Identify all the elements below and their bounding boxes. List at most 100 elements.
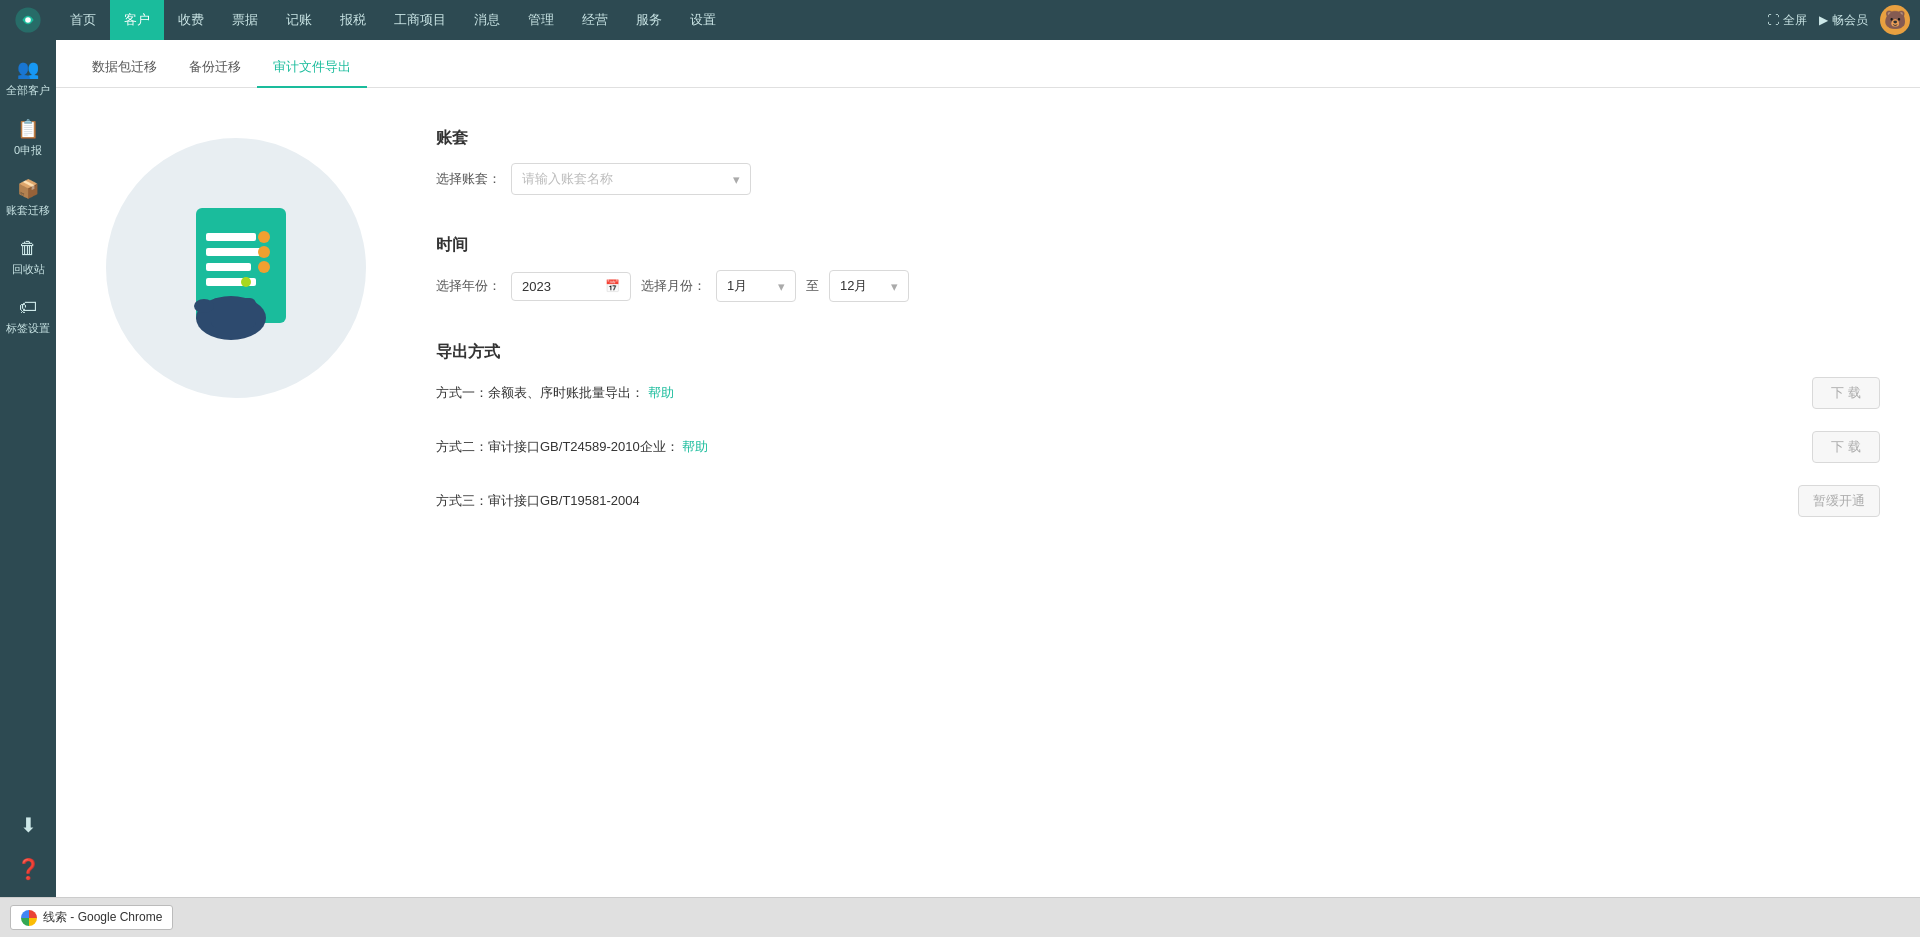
nav-operation[interactable]: 经营	[568, 0, 622, 40]
sidebar-item-account-migration[interactable]: 📦 账套迁移	[0, 170, 56, 226]
tag-icon: 🏷	[19, 297, 37, 318]
year-input[interactable]: 2023 📅	[511, 272, 631, 301]
tab-data-migration[interactable]: 数据包迁移	[76, 48, 173, 88]
app-logo[interactable]	[10, 2, 46, 38]
vip-label: 畅会员	[1832, 12, 1868, 29]
method3-label: 方式三：审计接口GB/T19581-2004	[436, 493, 640, 508]
nav-business[interactable]: 工商项目	[380, 0, 460, 40]
svg-rect-3	[206, 233, 256, 241]
svg-point-13	[194, 299, 214, 313]
sidebar-item-recycle[interactable]: 🗑 回收站	[0, 230, 56, 285]
sidebar: 👥 全部客户 📋 0申报 📦 账套迁移 🗑 回收站 🏷 标签设置 ⬇ ❓	[0, 40, 56, 897]
method2-label: 方式二：审计接口GB/T24589-2010企业：	[436, 439, 679, 454]
method1-download-button[interactable]: 下 载	[1812, 377, 1880, 409]
month-end-select[interactable]: 12月 ▾	[829, 270, 909, 302]
tab-audit-export[interactable]: 审计文件导出	[257, 48, 367, 88]
account-section: 账套 选择账套： 请输入账套名称 ▾	[436, 128, 1880, 205]
fullscreen-label: 全屏	[1783, 12, 1807, 29]
year-label: 选择年份：	[436, 277, 501, 295]
sidebar-item-zero-declare[interactable]: 📋 0申报	[0, 110, 56, 166]
taskbar-chrome-item[interactable]: 线索 - Google Chrome	[10, 905, 173, 930]
illustration-area	[96, 118, 376, 398]
month-start-select[interactable]: 1月 ▾	[716, 270, 796, 302]
calendar-icon: 📅	[605, 279, 620, 293]
account-select[interactable]: 请输入账套名称 ▾	[511, 163, 751, 195]
method2-download-button[interactable]: 下 载	[1812, 431, 1880, 463]
video-icon: ▶	[1819, 13, 1828, 27]
time-section-title: 时间	[436, 235, 1880, 256]
nav-right-area: ⛶ 全屏 ▶ 畅会员 🐻	[1767, 5, 1910, 35]
export-section: 导出方式 方式一：余额表、序时账批量导出： 帮助 下 载	[436, 342, 1880, 517]
recycle-icon: 🗑	[19, 238, 37, 259]
method3-coming-soon-button[interactable]: 暂缓开通	[1798, 485, 1880, 517]
month-end-value: 12月	[840, 277, 867, 295]
sidebar-bottom: ⬇ ❓	[10, 807, 47, 887]
method1-help-link[interactable]: 帮助	[648, 385, 674, 400]
year-value: 2023	[522, 279, 551, 294]
sidebar-item-label: 全部客户	[6, 83, 50, 98]
nav-settings[interactable]: 设置	[676, 0, 730, 40]
taskbar: 线索 - Google Chrome	[0, 897, 1920, 937]
nav-items: 首页 客户 收费 票据 记账 报税 工商项目 消息 管理 经营 服务 设置	[56, 0, 1767, 40]
export-method-2-row: 方式二：审计接口GB/T24589-2010企业： 帮助 下 载	[436, 431, 1880, 463]
declare-icon: 📋	[17, 118, 39, 140]
chevron-down-icon: ▾	[733, 172, 740, 187]
svg-point-8	[258, 246, 270, 258]
illustration-circle	[106, 138, 366, 398]
export-method-3-row: 方式三：审计接口GB/T19581-2004 暂缓开通	[436, 485, 1880, 517]
nav-customer[interactable]: 客户	[110, 0, 164, 40]
svg-rect-12	[211, 298, 256, 328]
fullscreen-icon: ⛶	[1767, 13, 1779, 27]
time-row: 选择年份： 2023 📅 选择月份： 1月 ▾ 至 12月	[436, 270, 1880, 302]
top-navigation: 首页 客户 收费 票据 记账 报税 工商项目 消息 管理 经营 服务 设置 ⛶ …	[0, 0, 1920, 40]
svg-point-10	[241, 277, 251, 287]
sidebar-item-label: 回收站	[12, 262, 45, 277]
chevron-down-icon: ▾	[891, 279, 898, 294]
nav-fee[interactable]: 收费	[164, 0, 218, 40]
svg-point-9	[258, 261, 270, 273]
nav-home[interactable]: 首页	[56, 0, 110, 40]
account-row: 选择账套： 请输入账套名称 ▾	[436, 163, 1880, 195]
nav-tax[interactable]: 报税	[326, 0, 380, 40]
nav-service[interactable]: 服务	[622, 0, 676, 40]
help-icon[interactable]: ❓	[10, 851, 47, 887]
nav-bookkeeping[interactable]: 记账	[272, 0, 326, 40]
nav-manage[interactable]: 管理	[514, 0, 568, 40]
chevron-down-icon: ▾	[778, 279, 785, 294]
export-method-3-text: 方式三：审计接口GB/T19581-2004	[436, 492, 640, 510]
tab-bar: 数据包迁移 备份迁移 审计文件导出	[56, 40, 1920, 88]
download-icon[interactable]: ⬇	[14, 807, 43, 843]
content-area: 数据包迁移 备份迁移 审计文件导出	[56, 40, 1920, 897]
export-methods: 方式一：余额表、序时账批量导出： 帮助 下 载 方式二：审计接口GB/T2458…	[436, 377, 1880, 517]
svg-rect-5	[206, 263, 251, 271]
nav-invoice[interactable]: 票据	[218, 0, 272, 40]
svg-rect-4	[206, 248, 261, 256]
vip-button[interactable]: ▶ 畅会员	[1819, 12, 1868, 29]
export-method-1-text: 方式一：余额表、序时账批量导出： 帮助	[436, 384, 674, 402]
account-placeholder: 请输入账套名称	[522, 170, 613, 188]
svg-point-1	[25, 17, 31, 23]
account-label: 选择账套：	[436, 170, 501, 188]
migration-icon: 📦	[17, 178, 39, 200]
sidebar-item-tag-settings[interactable]: 🏷 标签设置	[0, 289, 56, 344]
method2-help-link[interactable]: 帮助	[682, 439, 708, 454]
time-section: 时间 选择年份： 2023 📅 选择月份： 1月 ▾ 至	[436, 235, 1880, 312]
sidebar-item-all-customers[interactable]: 👥 全部客户	[0, 50, 56, 106]
sidebar-item-label: 账套迁移	[6, 203, 50, 218]
separator: 至	[806, 277, 819, 295]
page-content: 账套 选择账套： 请输入账套名称 ▾ 时间 选择年份：	[56, 88, 1920, 897]
tab-backup-migration[interactable]: 备份迁移	[173, 48, 257, 88]
user-avatar[interactable]: 🐻	[1880, 5, 1910, 35]
chrome-icon	[21, 910, 37, 926]
export-method-2-text: 方式二：审计接口GB/T24589-2010企业： 帮助	[436, 438, 708, 456]
account-section-title: 账套	[436, 128, 1880, 149]
illustration-svg	[136, 168, 336, 368]
fullscreen-button[interactable]: ⛶ 全屏	[1767, 12, 1807, 29]
taskbar-item-label: 线索 - Google Chrome	[43, 909, 162, 926]
month-start-label: 选择月份：	[641, 277, 706, 295]
form-area: 账套 选择账套： 请输入账套名称 ▾ 时间 选择年份：	[436, 118, 1880, 517]
export-method-1-row: 方式一：余额表、序时账批量导出： 帮助 下 载	[436, 377, 1880, 409]
sidebar-item-label: 标签设置	[6, 321, 50, 336]
sidebar-item-label: 0申报	[14, 143, 42, 158]
nav-message[interactable]: 消息	[460, 0, 514, 40]
